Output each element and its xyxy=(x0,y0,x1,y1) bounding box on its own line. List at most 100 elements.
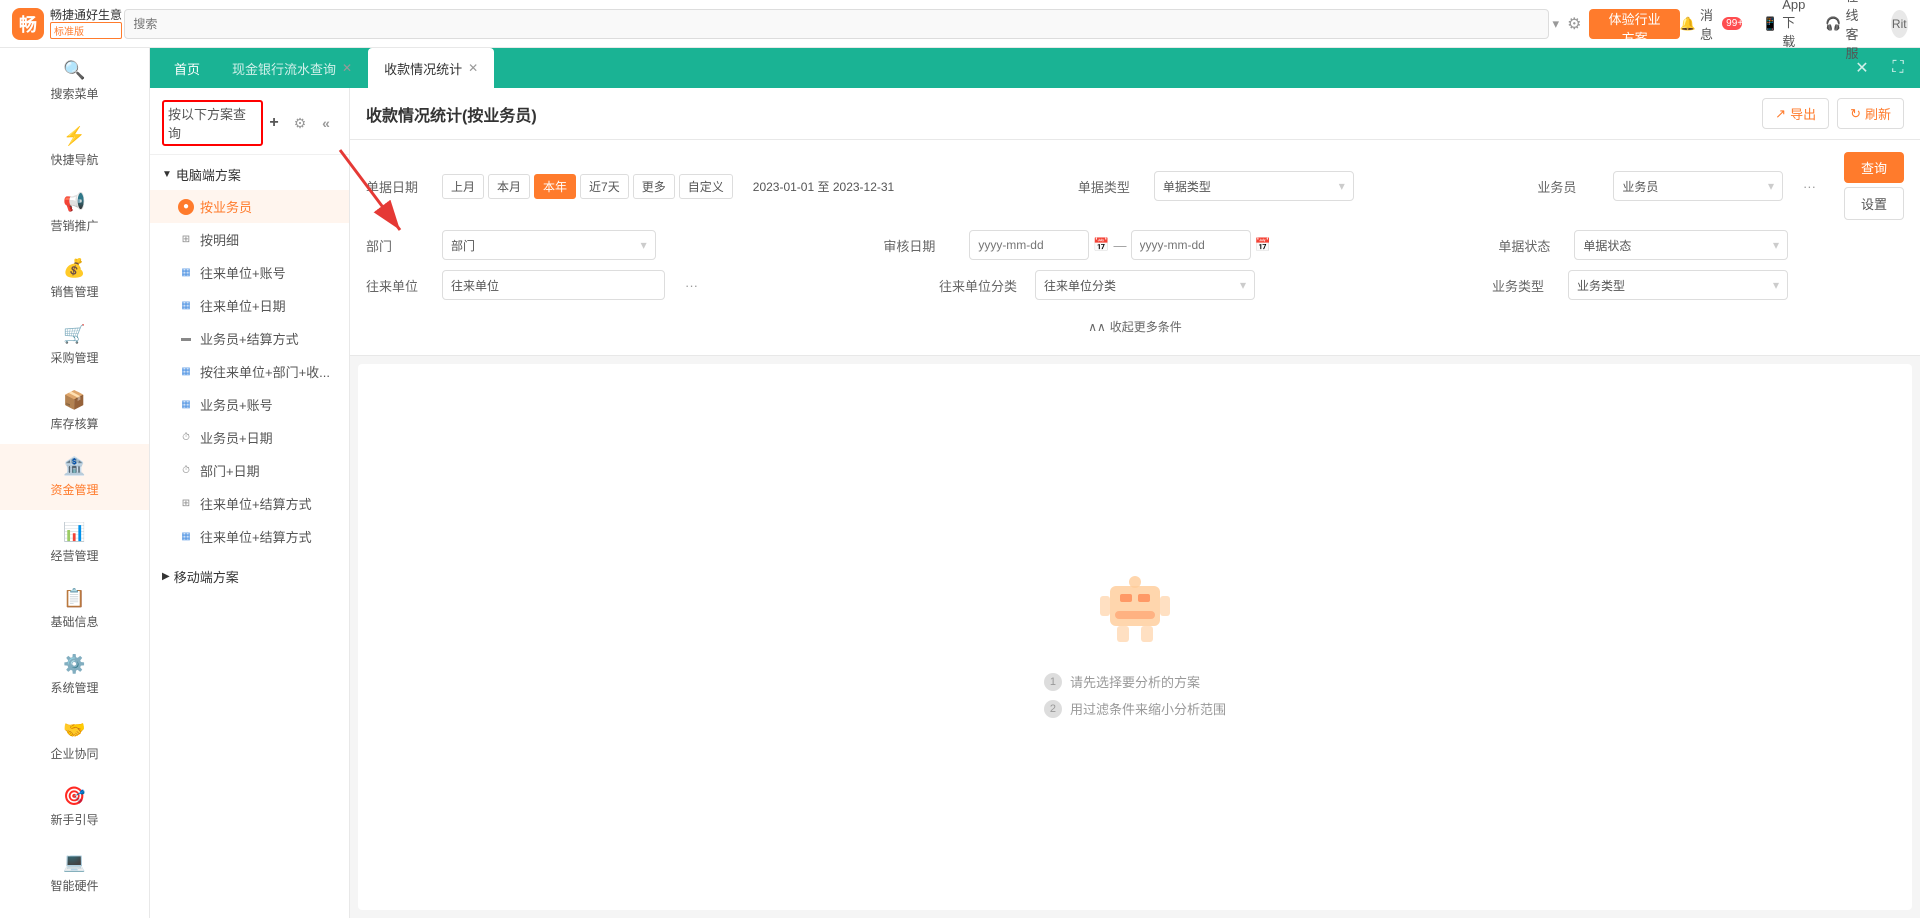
tab-home[interactable]: 首页 xyxy=(158,48,216,88)
counter-unit-type-select[interactable]: 往来单位分类 ▾ xyxy=(1035,270,1255,300)
user-name: Rit xyxy=(1892,17,1907,31)
online-service-action[interactable]: 🎧 在线客服 xyxy=(1825,0,1870,62)
calendar-from-icon[interactable]: 📅 xyxy=(1093,237,1109,253)
desktop-scheme-group: ▼ 电脑端方案 ● 按业务员 ⊞ 按明细 ▦ 往来单位+账号 xyxy=(150,155,349,557)
last7-btn[interactable]: 近7天 xyxy=(580,174,629,199)
dept-select[interactable]: 部门 ▾ xyxy=(442,230,656,260)
scheme-item-label: 业务员+账号 xyxy=(200,395,273,414)
this-year-btn[interactable]: 本年 xyxy=(534,174,576,199)
audit-date-label: 审核日期 xyxy=(883,236,953,255)
sidebar-label: 营销推广 xyxy=(50,217,98,234)
clipboard-icon: 📋 xyxy=(63,588,85,609)
sidebar-item-newbie[interactable]: 🎯 新手引导 xyxy=(0,774,149,840)
search-input[interactable] xyxy=(124,9,1548,39)
doc-type-placeholder: 单据类型 xyxy=(1163,178,1211,195)
sidebar-item-quicknav[interactable]: ⚡ 快捷导航 xyxy=(0,114,149,180)
sidebar-item-hardware[interactable]: 💻 智能硬件 xyxy=(0,840,149,906)
sidebar-item-basic[interactable]: 📋 基础信息 xyxy=(0,576,149,642)
scheme-item-unit-account[interactable]: ▦ 往来单位+账号 xyxy=(150,256,349,289)
sidebar-label: 智能硬件 xyxy=(50,877,98,894)
counter-unit-select[interactable]: 往来单位 xyxy=(442,270,665,300)
sidebar-item-search[interactable]: 🔍 搜索菜单 xyxy=(0,48,149,114)
tab-bank[interactable]: 现金银行流水查询 ✕ xyxy=(216,48,368,88)
messages-action[interactable]: 🔔 消息 99+ xyxy=(1680,5,1742,43)
date-to: 2023-12-31 xyxy=(833,180,894,194)
page-content: 按以下方案查询 + ⚙ « ▼ 电脑端方案 ● xyxy=(150,88,1920,918)
sidebar-item-finance[interactable]: 🏦 资金管理 xyxy=(0,444,149,510)
audit-date-to-input[interactable] xyxy=(1131,230,1251,260)
staff-select[interactable]: 业务员 ▾ xyxy=(1613,171,1783,201)
more-btn[interactable]: 更多 xyxy=(633,174,675,199)
scheme-icon-grid: ⊞ xyxy=(178,496,194,512)
collapse-more-btn[interactable]: ∧∧ 收起更多条件 xyxy=(366,310,1904,343)
app-download-action[interactable]: 📱 App下载 xyxy=(1762,0,1805,50)
scheme-item-by-detail[interactable]: ⊞ 按明细 xyxy=(150,223,349,256)
tab-bank-close[interactable]: ✕ xyxy=(342,61,352,75)
sidebar-label: 企业协同 xyxy=(50,745,98,762)
scheme-icon-table5: ▦ xyxy=(178,529,194,545)
left-panel-header: 按以下方案查询 + ⚙ « xyxy=(150,88,349,155)
scheme-item-unit-date[interactable]: ▦ 往来单位+日期 xyxy=(150,289,349,322)
add-scheme-btn[interactable]: + xyxy=(263,112,285,134)
scheme-item-unit-settle1[interactable]: ⊞ 往来单位+结算方式 xyxy=(150,487,349,520)
scheme-item-label: 往来单位+结算方式 xyxy=(200,527,312,546)
sidebar-item-sales[interactable]: 💰 销售管理 xyxy=(0,246,149,312)
desktop-scheme-group-header[interactable]: ▼ 电脑端方案 xyxy=(150,159,349,190)
dropdown-chevron-icon[interactable]: ▾ xyxy=(1553,16,1560,32)
trial-industry-button[interactable]: 体验行业方案 xyxy=(1589,9,1679,39)
sidebar-label: 采购管理 xyxy=(50,349,98,366)
tab-receipt-close[interactable]: ✕ xyxy=(468,61,478,75)
prev-month-btn[interactable]: 上月 xyxy=(442,174,484,199)
sidebar-label: 系统管理 xyxy=(50,679,98,696)
settings-icon[interactable]: ⚙ xyxy=(1567,14,1581,34)
tip-num-1: 1 xyxy=(1044,673,1062,691)
sidebar-item-enterprise[interactable]: 🤝 企业协同 xyxy=(0,708,149,774)
laptop-icon: 💻 xyxy=(63,852,85,873)
chevron-up-icon: ∧∧ xyxy=(1088,320,1106,334)
scheme-item-staff-settle[interactable]: ▬ 业务员+结算方式 xyxy=(150,322,349,355)
sidebar-item-inventory[interactable]: 📦 库存核算 xyxy=(0,378,149,444)
custom-btn[interactable]: 自定义 xyxy=(679,174,733,199)
sidebar-item-marketing[interactable]: 📢 营销推广 xyxy=(0,180,149,246)
staff-more-icon[interactable]: ··· xyxy=(1799,179,1820,194)
counter-unit-more-icon[interactable]: ··· xyxy=(681,278,702,293)
sidebar-item-system[interactable]: ⚙️ 系统管理 xyxy=(0,642,149,708)
chevron-down-biz-icon: ▾ xyxy=(1773,278,1779,292)
tab-receipt[interactable]: 收款情况统计 ✕ xyxy=(368,48,494,88)
sidebar-item-wechat[interactable]: 💬 企业微信 xyxy=(0,906,149,918)
audit-date-from-input[interactable] xyxy=(969,230,1089,260)
user-avatar[interactable]: Rit xyxy=(1891,10,1909,38)
biz-type-select[interactable]: 业务类型 ▾ xyxy=(1568,270,1788,300)
scheme-item-staff-account[interactable]: ▦ 业务员+账号 xyxy=(150,388,349,421)
scheme-item-label: 往来单位+账号 xyxy=(200,263,286,282)
sidebar-item-purchase[interactable]: 🛒 采购管理 xyxy=(0,312,149,378)
calendar-to-icon[interactable]: 📅 xyxy=(1255,237,1271,253)
scheme-icon-clock: ⏱ xyxy=(178,430,194,446)
doc-status-select[interactable]: 单据状态 ▾ xyxy=(1574,230,1788,260)
doc-type-select[interactable]: 单据类型 ▾ xyxy=(1154,171,1354,201)
this-month-btn[interactable]: 本月 xyxy=(488,174,530,199)
headset-icon: 🎧 xyxy=(1825,16,1841,32)
tab-bank-label: 现金银行流水查询 xyxy=(232,59,336,78)
desktop-group-label: 电脑端方案 xyxy=(176,165,241,184)
empty-state: 1 请先选择要分析的方案 2 用过滤条件来缩小分析范围 xyxy=(1044,556,1226,718)
handshake-icon: 🤝 xyxy=(63,720,85,741)
scheme-item-dept-date[interactable]: ⏱ 部门+日期 xyxy=(150,454,349,487)
sidebar-label: 资金管理 xyxy=(50,481,98,498)
mobile-scheme-group-header[interactable]: ▶ 移动端方案 xyxy=(150,561,349,592)
scheme-item-unit-dept-recv[interactable]: ▦ 按往来单位+部门+收... xyxy=(150,355,349,388)
scheme-item-staff-date[interactable]: ⏱ 业务员+日期 xyxy=(150,421,349,454)
scheme-settings-btn[interactable]: ⚙ xyxy=(289,112,311,134)
refresh-button[interactable]: ↻ 刷新 xyxy=(1837,98,1904,129)
chevron-down-status-icon: ▾ xyxy=(1773,238,1779,252)
main-data-area: 1 请先选择要分析的方案 2 用过滤条件来缩小分析范围 xyxy=(358,364,1912,910)
query-button[interactable]: 查询 xyxy=(1844,152,1904,183)
top-header: 畅 畅捷通好生意 标准版 ▾ ⚙ 体验行业方案 🔔 消息 99+ 📱 App下载… xyxy=(0,0,1920,48)
sidebar-item-operation[interactable]: 📊 经营管理 xyxy=(0,510,149,576)
scheme-item-by-staff[interactable]: ● 按业务员 xyxy=(150,190,349,223)
export-button[interactable]: ↗ 导出 xyxy=(1762,98,1829,129)
scheme-item-unit-settle2[interactable]: ▦ 往来单位+结算方式 xyxy=(150,520,349,553)
panel-collapse-btn[interactable]: « xyxy=(315,112,337,134)
filter-settings-button[interactable]: 设置 xyxy=(1844,187,1904,220)
scheme-icon-bar: ▬ xyxy=(178,331,194,347)
